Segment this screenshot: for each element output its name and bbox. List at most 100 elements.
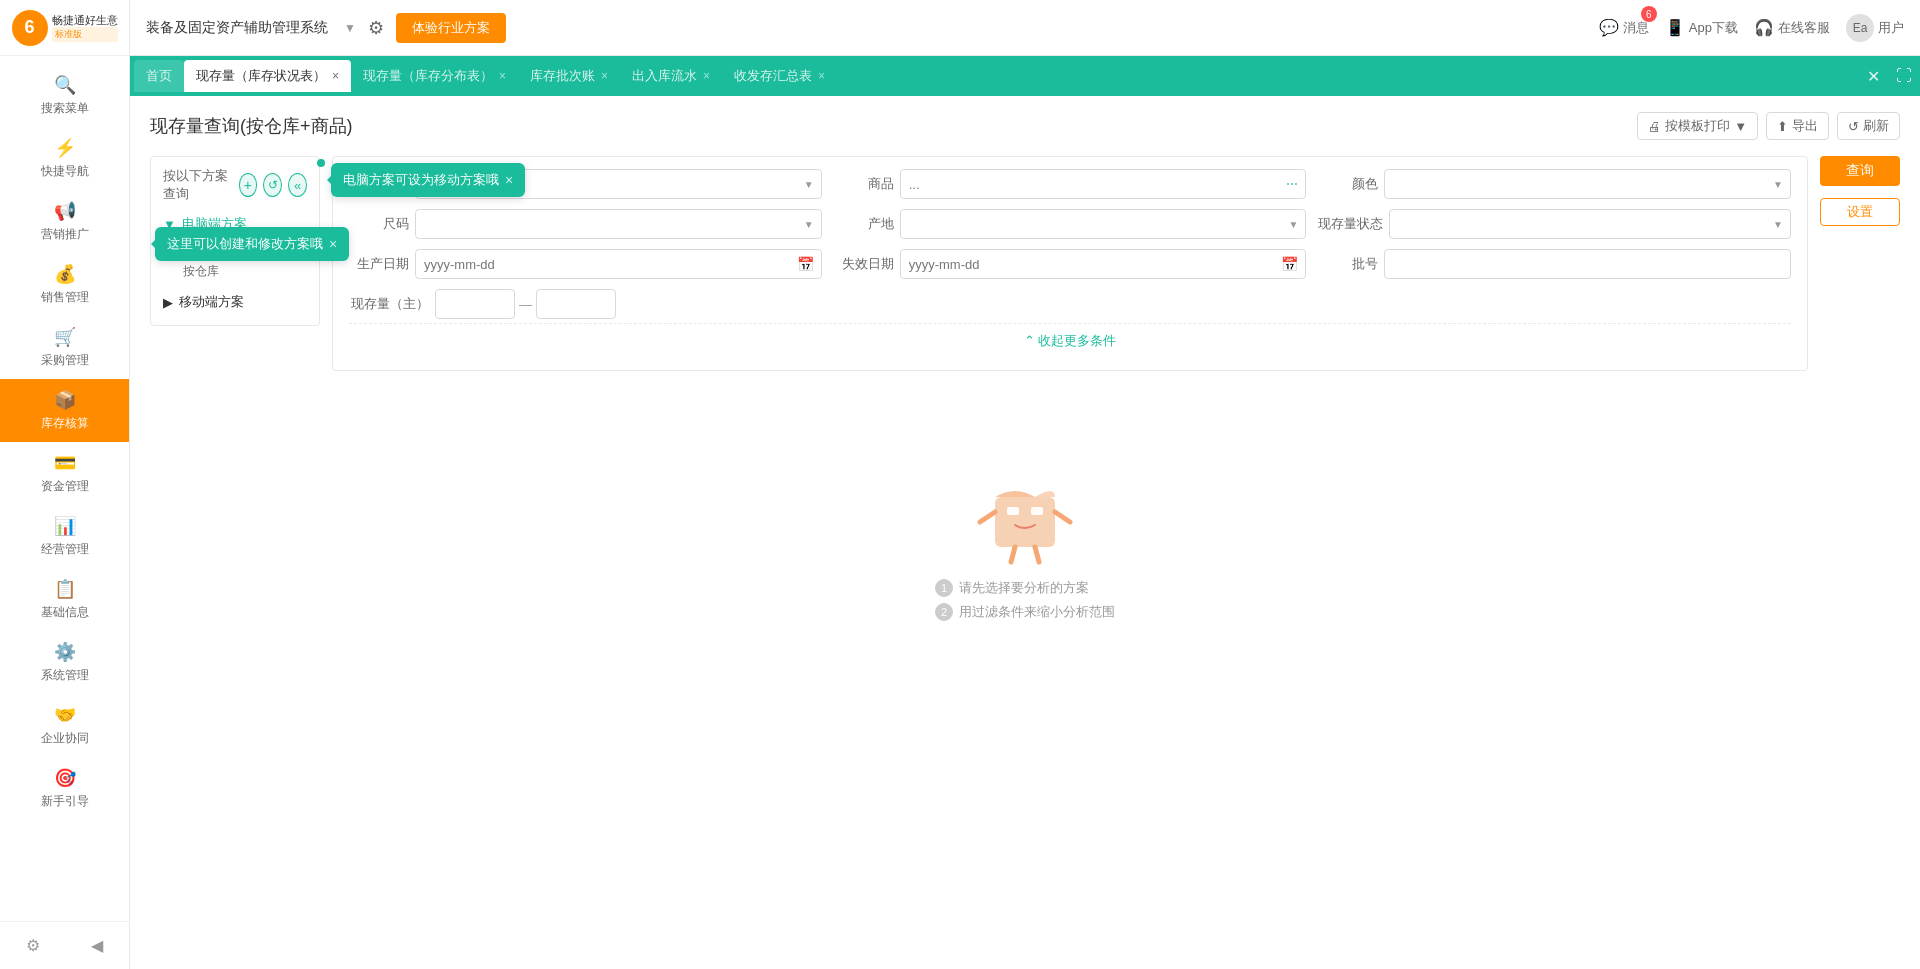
- message-badge: 6: [1641, 6, 1657, 22]
- sidebar-item-quick[interactable]: ⚡ 快捷导航: [0, 127, 129, 190]
- print-button[interactable]: 🖨 按模板打印 ▼: [1637, 112, 1758, 140]
- produce-date-start[interactable]: [415, 249, 822, 279]
- stock-status-label: 现存量状态: [1318, 215, 1383, 233]
- goods-more-icon[interactable]: ⋯: [1286, 177, 1298, 191]
- refresh-icon: ↺: [1848, 119, 1859, 134]
- basic-nav-icon: 📋: [54, 578, 76, 600]
- search-button[interactable]: 查询: [1820, 156, 1900, 186]
- tooltip-2-close[interactable]: ×: [329, 236, 337, 252]
- finance-nav-icon: 💳: [54, 452, 76, 474]
- header-left: 装备及固定资产辅助管理系统 ▼ ⚙ 体验行业方案: [146, 13, 506, 43]
- btn-column: 查询 设置: [1820, 156, 1900, 226]
- print-label: 按模板打印: [1665, 117, 1730, 135]
- tab-inventory-status[interactable]: 现存量（库存状况表） ×: [184, 60, 351, 92]
- tooltip-1-close[interactable]: ×: [505, 172, 513, 188]
- filter-produce-date: 生产日期 📅: [349, 249, 822, 279]
- refresh-button[interactable]: ↺ 刷新: [1837, 112, 1900, 140]
- tab-inventory-status-close[interactable]: ×: [332, 69, 339, 83]
- stock-qty-max[interactable]: [536, 289, 616, 319]
- goods-select-wrap: ⋯: [900, 169, 1307, 199]
- add-scheme-button[interactable]: +: [239, 173, 258, 197]
- sidebar-item-operations[interactable]: 📊 经营管理: [0, 505, 129, 568]
- reset-scheme-button[interactable]: ↺: [263, 173, 282, 197]
- sidebar-settings-button[interactable]: ⚙: [22, 932, 44, 959]
- tab-batch-ledger-label: 库存批次账: [530, 67, 595, 85]
- sidebar-item-inventory[interactable]: 📦 库存核算: [0, 379, 129, 442]
- message-button[interactable]: 💬 消息 6: [1599, 18, 1649, 37]
- produce-date-start-icon[interactable]: 📅: [797, 256, 814, 272]
- empty-illustration: [965, 447, 1085, 567]
- support-button[interactable]: 🎧 在线客服: [1754, 18, 1830, 37]
- goods-input[interactable]: [900, 169, 1307, 199]
- tab-batch-ledger[interactable]: 库存批次账 ×: [518, 60, 620, 92]
- setup-button[interactable]: 设置: [1820, 198, 1900, 226]
- export-button[interactable]: ⬆ 导出: [1766, 112, 1829, 140]
- sales-nav-icon: 💰: [54, 263, 76, 285]
- scheme-mobile[interactable]: ▶ 移动端方案: [163, 289, 307, 315]
- stock-qty-range: —: [435, 289, 616, 319]
- svg-line-5: [1011, 547, 1015, 562]
- sidebar-item-search[interactable]: 🔍 搜索菜单: [0, 64, 129, 127]
- color-select[interactable]: [1384, 169, 1791, 199]
- tab-receive-summary[interactable]: 收发存汇总表 ×: [722, 60, 837, 92]
- sidebar-item-basic[interactable]: 📋 基础信息: [0, 568, 129, 631]
- origin-label: 产地: [834, 215, 894, 233]
- filter-color: 颜色 ▼: [1318, 169, 1791, 199]
- sidebar-item-sales[interactable]: 💰 销售管理: [0, 253, 129, 316]
- tab-inout-flow-close[interactable]: ×: [703, 69, 710, 83]
- sidebar-item-finance[interactable]: 💳 资金管理: [0, 442, 129, 505]
- trial-button[interactable]: 体验行业方案: [396, 13, 506, 43]
- tab-close-all-button[interactable]: ✕: [1863, 63, 1884, 90]
- tab-receive-summary-close[interactable]: ×: [818, 69, 825, 83]
- sidebar-item-marketing[interactable]: 📢 营销推广: [0, 190, 129, 253]
- batch-no-input[interactable]: [1384, 249, 1791, 279]
- empty-tips: 1 请先选择要分析的方案 2 用过滤条件来缩小分析范围: [935, 579, 1115, 627]
- size-select[interactable]: [415, 209, 822, 239]
- expire-date-start-icon[interactable]: 📅: [1281, 256, 1298, 272]
- sidebar-item-purchase[interactable]: 🛒 采购管理: [0, 316, 129, 379]
- stock-qty-min[interactable]: [435, 289, 515, 319]
- tab-inout-flow[interactable]: 出入库流水 ×: [620, 60, 722, 92]
- tip-2-text: 用过滤条件来缩小分析范围: [959, 603, 1115, 621]
- sidebar-item-guide[interactable]: 🎯 新手引导: [0, 757, 129, 820]
- collapse-bar[interactable]: ⌃ 收起更多条件: [349, 323, 1791, 358]
- filter-goods: 商品 ⋯: [834, 169, 1307, 199]
- support-icon: 🎧: [1754, 18, 1774, 37]
- filter-row-1: 仓库 ... ▼ 商品 ⋯: [349, 169, 1791, 199]
- tab-inventory-dist[interactable]: 现存量（库存分布表） ×: [351, 60, 518, 92]
- stock-status-select[interactable]: [1389, 209, 1791, 239]
- scheme-pc-sub-1[interactable]: 按仓库: [183, 260, 307, 283]
- operations-nav-icon: 📊: [54, 515, 76, 537]
- tab-inventory-dist-close[interactable]: ×: [499, 69, 506, 83]
- expire-date-start[interactable]: [900, 249, 1307, 279]
- tab-fullscreen-button[interactable]: ⛶: [1892, 63, 1916, 89]
- filter-stock-qty: 现存量（主） —: [349, 289, 616, 319]
- page-header: 现存量查询(按仓库+商品) 🖨 按模板打印 ▼ ⬆ 导出 ↺ 刷新: [150, 112, 1900, 140]
- size-label: 尺码: [349, 215, 409, 233]
- sidebar-item-collab-label: 企业协同: [41, 730, 89, 747]
- svg-line-4: [1055, 512, 1070, 522]
- header-right: 💬 消息 6 📱 App下载 🎧 在线客服 Ea 用户: [1599, 14, 1904, 42]
- app-download-button[interactable]: 📱 App下载: [1665, 18, 1738, 37]
- sidebar-item-inventory-label: 库存核算: [41, 415, 89, 432]
- print-icon: 🖨: [1648, 119, 1661, 134]
- tabbar-end: ✕ ⛶: [1863, 63, 1916, 90]
- header-settings-button[interactable]: ⚙: [368, 17, 384, 39]
- origin-select[interactable]: [900, 209, 1307, 239]
- svg-rect-0: [995, 497, 1055, 547]
- tip-1-num: 1: [935, 579, 953, 597]
- size-select-wrap: ▼: [415, 209, 822, 239]
- sidebar-item-marketing-label: 营销推广: [41, 226, 89, 243]
- system-title-arrow: ▼: [344, 21, 356, 35]
- tab-batch-ledger-close[interactable]: ×: [601, 69, 608, 83]
- sidebar-item-basic-label: 基础信息: [41, 604, 89, 621]
- user-menu[interactable]: Ea 用户: [1846, 14, 1904, 42]
- purchase-nav-icon: 🛒: [54, 326, 76, 348]
- sidebar-item-collab[interactable]: 🤝 企业协同: [0, 694, 129, 757]
- tooltip-1-dot: [317, 159, 325, 167]
- sidebar-collapse-button[interactable]: ◀: [87, 932, 107, 959]
- tab-home[interactable]: 首页: [134, 60, 184, 92]
- sidebar-item-system[interactable]: ⚙️ 系统管理: [0, 631, 129, 694]
- page-title: 现存量查询(按仓库+商品): [150, 114, 353, 138]
- back-scheme-button[interactable]: «: [288, 173, 307, 197]
